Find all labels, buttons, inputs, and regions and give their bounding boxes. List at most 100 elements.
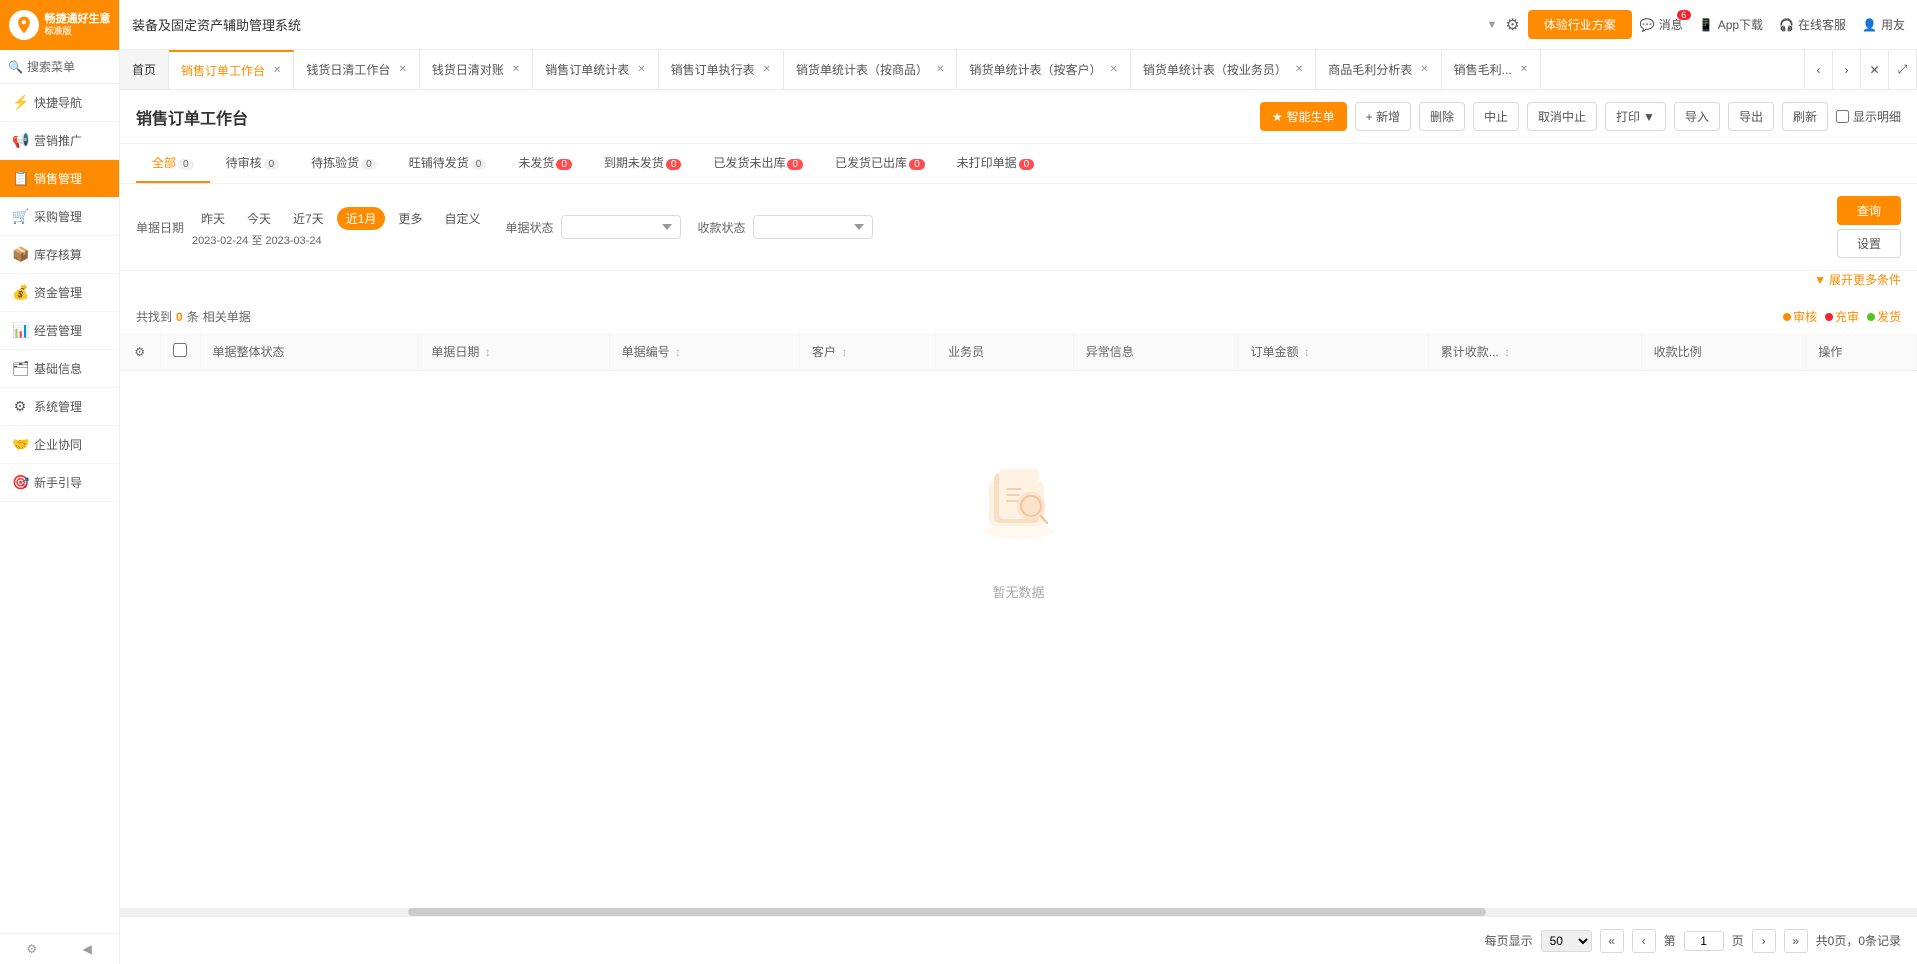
th-customer[interactable]: 客户 ↕	[799, 333, 935, 371]
tab-next-btn[interactable]: ›	[1833, 50, 1861, 90]
table-wrapper: ⚙ 单据整体状态 单据日期 ↕ 单据编号	[120, 333, 1917, 908]
sidebar-item-inventory[interactable]: 📦库存核算	[0, 236, 119, 274]
tab-sales-summary-product[interactable]: 销货单统计表（按商品）✕	[784, 50, 957, 90]
th-collected[interactable]: 累计收款... ↕	[1428, 333, 1641, 371]
sidebar-item-sales[interactable]: 📋销售管理	[0, 160, 119, 198]
th-amount[interactable]: 订单金额 ↕	[1238, 333, 1428, 371]
sub-tab-not-shipped[interactable]: 未发货0	[502, 144, 588, 183]
horizontal-scrollbar[interactable]	[120, 908, 1917, 916]
batch-btn-发货[interactable]: 发货	[1867, 308, 1901, 325]
set-button[interactable]: 设置	[1837, 229, 1901, 258]
search-menu-item[interactable]: 🔍 搜索菜单	[0, 50, 119, 84]
sidebar-item-marketing[interactable]: 📢营销推广	[0, 122, 119, 160]
date-btn-更多[interactable]: 更多	[389, 207, 431, 230]
tab-maximize-btn[interactable]: ⤢	[1889, 50, 1917, 90]
date-btn-近7天[interactable]: 近7天	[284, 207, 333, 230]
add-button[interactable]: + 新增	[1355, 102, 1411, 131]
trial-button[interactable]: 体验行业方案	[1528, 10, 1632, 39]
th-staff[interactable]: 业务员	[936, 333, 1074, 371]
print-button[interactable]: 打印 ▼	[1605, 102, 1666, 131]
select-all-checkbox[interactable]	[173, 343, 187, 357]
page-input[interactable]	[1684, 931, 1724, 951]
cancel-suspend-button[interactable]: 取消中止	[1527, 102, 1597, 131]
first-page-btn[interactable]: «	[1600, 929, 1624, 953]
delete-button[interactable]: 删除	[1419, 102, 1465, 131]
smart-create-button[interactable]: ★ 智能生单	[1260, 102, 1347, 131]
sidebar-item-newbie[interactable]: 🎯新手引导	[0, 464, 119, 502]
sub-tab-shipped-out[interactable]: 已发货已出库0	[819, 144, 941, 183]
tab-cash-daily[interactable]: 钱货日清工作台 ✕	[294, 50, 419, 90]
suspend-button[interactable]: 中止	[1473, 102, 1519, 131]
tab-sales-exec[interactable]: 销售订单执行表✕	[659, 50, 784, 90]
tab-close-sales-summary-staff[interactable]: ✕	[1295, 64, 1303, 75]
tab-cash-reconcile[interactable]: 钱货日清对账✕	[420, 50, 533, 90]
tab-bar: 首页销售订单工作台✕钱货日清工作台✕钱货日清对账✕销售订单统计表✕销售订单执行表…	[120, 50, 1917, 90]
online-service-item[interactable]: 🎧 在线客服	[1779, 16, 1846, 33]
sub-tab-not-printed[interactable]: 未打印单据0	[941, 144, 1051, 183]
th-number[interactable]: 单据编号 ↕	[609, 333, 799, 371]
tab-sales-stats[interactable]: 销售订单统计表✕	[533, 50, 658, 90]
sidebar-item-system[interactable]: ⚙系统管理	[0, 388, 119, 426]
tab-prev-btn[interactable]: ‹	[1805, 50, 1833, 90]
table-info-bar: 共找到 0 条 相关单据 审核 充审 发货	[120, 300, 1917, 333]
import-button[interactable]: 导入	[1674, 102, 1720, 131]
payment-select[interactable]	[753, 215, 873, 239]
sub-tab-all[interactable]: 全部0	[136, 144, 210, 183]
batch-btn-充审[interactable]: 充审	[1825, 308, 1859, 325]
last-page-btn[interactable]: »	[1784, 929, 1808, 953]
sidebar-item-operations[interactable]: 📊经营管理	[0, 312, 119, 350]
tab-close-sales-more[interactable]: ✕	[1520, 64, 1528, 75]
next-page-btn[interactable]: ›	[1752, 929, 1776, 953]
tab-close-all-btn[interactable]: ✕	[1861, 50, 1889, 90]
sub-tab-pending-inspect[interactable]: 待拣验货0	[295, 144, 393, 183]
user-item[interactable]: 👤 用友	[1862, 16, 1905, 33]
tab-close-cash-daily[interactable]: ✕	[398, 64, 406, 75]
settings-icon[interactable]: ⚙	[1505, 15, 1519, 35]
app-download-item[interactable]: 📱 App下载	[1699, 16, 1763, 33]
sub-tab-overdue-not-shipped[interactable]: 到期未发货0	[588, 144, 698, 183]
tab-close-sales-summary-product[interactable]: ✕	[936, 64, 944, 75]
tab-sales-summary-staff[interactable]: 销货单统计表（按业务员）✕	[1131, 50, 1316, 90]
page-size-select[interactable]: 50 100 200	[1541, 930, 1592, 952]
tab-label-cash-daily: 钱货日清工作台	[306, 61, 390, 78]
sidebar-item-base-info[interactable]: 🗂基础信息	[0, 350, 119, 388]
app-download-label: App下载	[1718, 16, 1763, 33]
sub-tab-pending-review[interactable]: 待审核0	[210, 144, 296, 183]
tab-sales-workbench[interactable]: 销售订单工作台✕	[169, 50, 294, 90]
scrollbar-thumb[interactable]	[408, 908, 1486, 916]
query-button[interactable]: 查询	[1837, 196, 1901, 225]
date-btn-近1月[interactable]: 近1月	[337, 207, 386, 230]
export-button[interactable]: 导出	[1728, 102, 1774, 131]
tab-sales-more[interactable]: 销售毛利...✕	[1442, 50, 1541, 90]
settings-bottom-btn[interactable]: ⚙	[8, 942, 56, 956]
th-date[interactable]: 单据日期 ↕	[419, 333, 609, 371]
sort-collected-icon: ↕	[1504, 345, 1510, 359]
sub-tab-wangpu-pending[interactable]: 旺铺待发货0	[393, 144, 503, 183]
expand-conditions-btn[interactable]: ▼ 展开更多条件	[1814, 271, 1901, 288]
column-settings-icon[interactable]: ⚙	[134, 345, 145, 359]
date-btn-今天[interactable]: 今天	[238, 207, 280, 230]
date-btn-自定义[interactable]: 自定义	[435, 207, 489, 230]
sidebar-item-purchase[interactable]: 🛒采购管理	[0, 198, 119, 236]
sidebar-item-finance[interactable]: 💰资金管理	[0, 274, 119, 312]
tab-close-sales-exec[interactable]: ✕	[763, 64, 771, 75]
tab-gross-margin[interactable]: 商品毛利分析表✕	[1316, 50, 1441, 90]
tab-close-sales-workbench[interactable]: ✕	[273, 65, 281, 76]
tab-close-cash-reconcile[interactable]: ✕	[512, 64, 520, 75]
tab-close-gross-margin[interactable]: ✕	[1420, 64, 1428, 75]
date-btn-昨天[interactable]: 昨天	[192, 207, 234, 230]
sidebar-item-quick-nav[interactable]: ⚡快捷导航	[0, 84, 119, 122]
refresh-button[interactable]: 刷新	[1782, 102, 1828, 131]
sidebar-item-enterprise[interactable]: 🤝企业协同	[0, 426, 119, 464]
show-detail-checkbox[interactable]	[1836, 110, 1849, 123]
message-item[interactable]: 💬 消息 6	[1640, 16, 1683, 33]
tab-home[interactable]: 首页	[120, 50, 169, 90]
tab-close-sales-summary-customer[interactable]: ✕	[1109, 64, 1117, 75]
status-select[interactable]	[561, 215, 681, 239]
tab-close-sales-stats[interactable]: ✕	[637, 64, 645, 75]
batch-btn-审核[interactable]: 审核	[1783, 308, 1817, 325]
collapse-btn[interactable]: ◀	[64, 942, 112, 956]
tab-sales-summary-customer[interactable]: 销货单统计表（按客户）✕	[957, 50, 1130, 90]
sub-tab-shipped-not-out[interactable]: 已发货未出库0	[697, 144, 819, 183]
prev-page-btn[interactable]: ‹	[1632, 929, 1656, 953]
